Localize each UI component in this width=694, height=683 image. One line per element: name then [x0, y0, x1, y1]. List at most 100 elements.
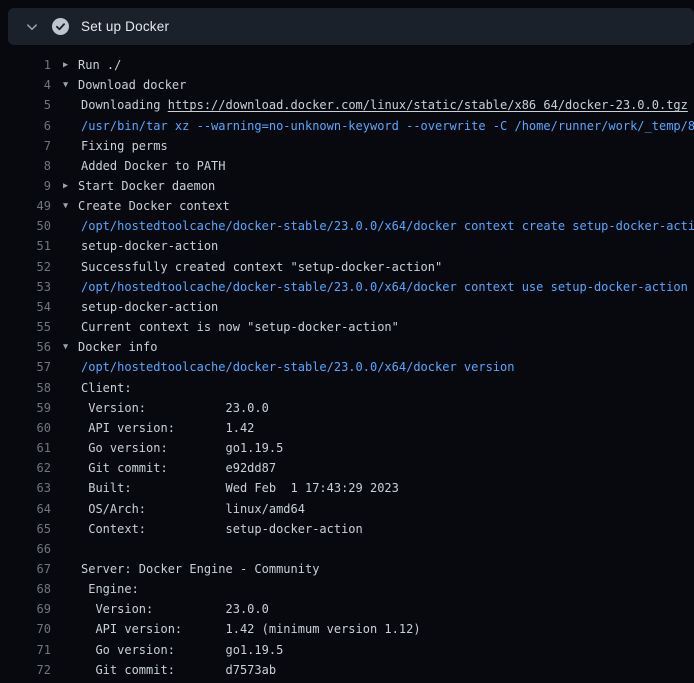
- log-text: Built: Wed Feb 1 17:43:29 2023: [81, 481, 399, 495]
- line-number[interactable]: 59: [0, 401, 51, 415]
- line-number[interactable]: 60: [0, 421, 51, 435]
- log-text: setup-docker-action: [81, 300, 218, 314]
- line-number[interactable]: 49: [0, 199, 51, 213]
- log-text: Download docker: [78, 78, 186, 92]
- line-number[interactable]: 58: [0, 381, 51, 395]
- log-line: 59 Version: 23.0.0: [0, 398, 694, 418]
- log-text: Go version: go1.19.5: [81, 643, 283, 657]
- line-number[interactable]: 63: [0, 481, 51, 495]
- line-number[interactable]: 66: [0, 542, 51, 556]
- log-text: OS/Arch: linux/amd64: [81, 502, 305, 516]
- line-number[interactable]: 6: [0, 119, 51, 133]
- group-collapsed-icon[interactable]: ▶: [63, 61, 78, 70]
- line-number[interactable]: 65: [0, 522, 51, 536]
- line-number[interactable]: 55: [0, 320, 51, 334]
- step-title: Set up Docker: [81, 19, 169, 34]
- log-text: API version: 1.42: [81, 421, 254, 435]
- log-line[interactable]: 56 ▼ Docker info: [0, 337, 694, 357]
- line-number[interactable]: 67: [0, 562, 51, 576]
- line-number[interactable]: 4: [0, 78, 51, 92]
- log-text: Successfully created context "setup-dock…: [81, 260, 442, 274]
- log-text: Current context is now "setup-docker-act…: [81, 320, 399, 334]
- line-number[interactable]: 72: [0, 663, 51, 677]
- line-number[interactable]: 64: [0, 502, 51, 516]
- line-number[interactable]: 7: [0, 139, 51, 153]
- log-line: 65 Context: setup-docker-action: [0, 519, 694, 539]
- line-number[interactable]: 57: [0, 360, 51, 374]
- log-text: /opt/hostedtoolcache/docker-stable/23.0.…: [81, 280, 688, 294]
- line-number[interactable]: 69: [0, 602, 51, 616]
- log-text: Version: 23.0.0: [81, 401, 269, 415]
- log-line: 55 Current context is now "setup-docker-…: [0, 317, 694, 337]
- line-number[interactable]: 61: [0, 441, 51, 455]
- log-line: 7 Fixing perms: [0, 136, 694, 156]
- log-line: 61 Go version: go1.19.5: [0, 438, 694, 458]
- log-text: Start Docker daemon: [78, 179, 215, 193]
- log-text: Context: setup-docker-action: [81, 522, 363, 536]
- log-text: Git commit: d7573ab: [81, 663, 276, 677]
- group-expanded-icon[interactable]: ▼: [63, 343, 78, 352]
- line-number[interactable]: 1: [0, 58, 51, 72]
- log-text: Added Docker to PATH: [81, 159, 226, 173]
- log-line: 63 Built: Wed Feb 1 17:43:29 2023: [0, 478, 694, 498]
- log-text: /opt/hostedtoolcache/docker-stable/23.0.…: [81, 360, 514, 374]
- step-header[interactable]: Set up Docker: [8, 8, 694, 45]
- group-collapsed-icon[interactable]: ▶: [63, 182, 78, 191]
- line-number[interactable]: 62: [0, 461, 51, 475]
- line-number[interactable]: 50: [0, 219, 51, 233]
- log-line[interactable]: 49 ▼ Create Docker context: [0, 196, 694, 216]
- line-number[interactable]: 51: [0, 239, 51, 253]
- log-line: 72 Git commit: d7573ab: [0, 660, 694, 680]
- line-number[interactable]: 70: [0, 622, 51, 636]
- log-view: 1 ▶ Run ./ 4 ▼ Download docker 5 Downloa…: [0, 45, 694, 680]
- log-line: 58 Client:: [0, 378, 694, 398]
- log-line: 67 Server: Docker Engine - Community: [0, 559, 694, 579]
- log-text: Client:: [81, 381, 132, 395]
- log-line[interactable]: 1 ▶ Run ./: [0, 55, 694, 75]
- line-number[interactable]: 8: [0, 159, 51, 173]
- group-expanded-icon[interactable]: ▼: [63, 81, 78, 90]
- log-line: 71 Go version: go1.19.5: [0, 640, 694, 660]
- log-line: 69 Version: 23.0.0: [0, 599, 694, 619]
- log-text: Docker info: [78, 340, 157, 354]
- log-line: 60 API version: 1.42: [0, 418, 694, 438]
- line-number[interactable]: 68: [0, 582, 51, 596]
- line-number[interactable]: 54: [0, 300, 51, 314]
- log-line: 51 setup-docker-action: [0, 236, 694, 256]
- log-text: Git commit: e92dd87: [81, 461, 276, 475]
- log-line: 66: [0, 539, 694, 559]
- log-line: 5 Downloading https://download.docker.co…: [0, 95, 694, 115]
- log-line: 57 /opt/hostedtoolcache/docker-stable/23…: [0, 357, 694, 377]
- line-number[interactable]: 52: [0, 260, 51, 274]
- line-number[interactable]: 9: [0, 179, 51, 193]
- line-number[interactable]: 56: [0, 340, 51, 354]
- log-line[interactable]: 9 ▶ Start Docker daemon: [0, 176, 694, 196]
- log-line: 54 setup-docker-action: [0, 297, 694, 317]
- success-check-icon: [52, 18, 69, 35]
- log-text: API version: 1.42 (minimum version 1.12): [81, 622, 421, 636]
- log-line: 50 /opt/hostedtoolcache/docker-stable/23…: [0, 216, 694, 236]
- log-text: Fixing perms: [81, 139, 168, 153]
- log-text: Server: Docker Engine - Community: [81, 562, 319, 576]
- group-expanded-icon[interactable]: ▼: [63, 202, 78, 211]
- log-line: 62 Git commit: e92dd87: [0, 458, 694, 478]
- log-line: 53 /opt/hostedtoolcache/docker-stable/23…: [0, 277, 694, 297]
- log-line: 8 Added Docker to PATH: [0, 156, 694, 176]
- log-line[interactable]: 4 ▼ Download docker: [0, 75, 694, 95]
- line-number[interactable]: 53: [0, 280, 51, 294]
- line-number[interactable]: 5: [0, 98, 51, 112]
- log-line: 70 API version: 1.42 (minimum version 1.…: [0, 619, 694, 639]
- log-text: Version: 23.0.0: [81, 602, 269, 616]
- log-text: Downloading https://download.docker.com/…: [81, 98, 688, 112]
- log-line: 64 OS/Arch: linux/amd64: [0, 498, 694, 518]
- log-text: Engine:: [81, 582, 139, 596]
- log-text: /usr/bin/tar xz --warning=no-unknown-key…: [81, 119, 694, 133]
- log-line: 68 Engine:: [0, 579, 694, 599]
- line-number[interactable]: 71: [0, 643, 51, 657]
- log-text: setup-docker-action: [81, 239, 218, 253]
- log-text: Run ./: [78, 58, 121, 72]
- log-link[interactable]: https://download.docker.com/linux/static…: [168, 98, 688, 112]
- log-text: /opt/hostedtoolcache/docker-stable/23.0.…: [81, 219, 694, 233]
- chevron-down-icon[interactable]: [22, 17, 42, 37]
- log-line: 52 Successfully created context "setup-d…: [0, 257, 694, 277]
